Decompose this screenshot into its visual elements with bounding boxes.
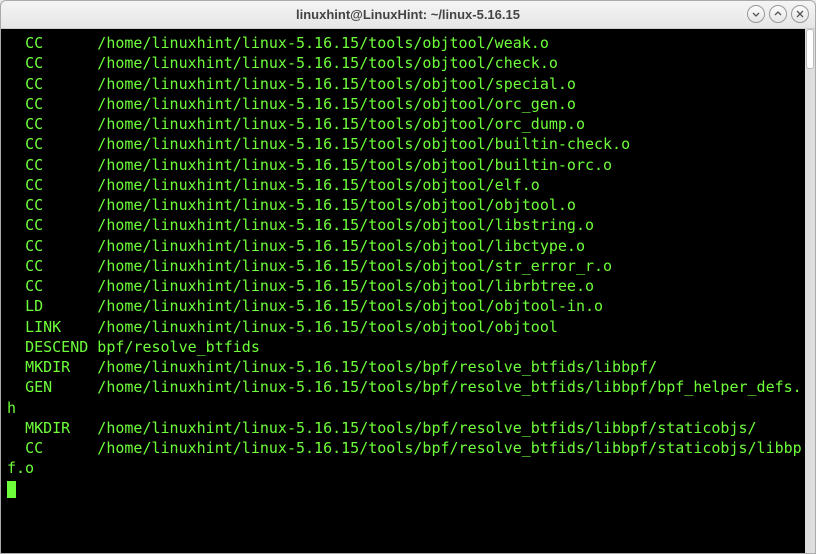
maximize-icon <box>774 10 782 18</box>
terminal-line: MKDIR /home/linuxhint/linux-5.16.15/tool… <box>7 357 809 377</box>
terminal-window: linuxhint@LinuxHint: ~/linux-5.16.15 CC … <box>0 0 816 554</box>
terminal-line: CC /home/linuxhint/linux-5.16.15/tools/o… <box>7 114 809 134</box>
terminal-line: MKDIR /home/linuxhint/linux-5.16.15/tool… <box>7 418 809 438</box>
terminal-line: CC /home/linuxhint/linux-5.16.15/tools/o… <box>7 74 809 94</box>
close-button[interactable] <box>791 5 809 23</box>
terminal-cursor-line <box>7 479 809 499</box>
terminal-line: CC /home/linuxhint/linux-5.16.15/tools/o… <box>7 134 809 154</box>
terminal-line: CC /home/linuxhint/linux-5.16.15/tools/o… <box>7 195 809 215</box>
terminal-line: CC /home/linuxhint/linux-5.16.15/tools/o… <box>7 94 809 114</box>
maximize-button[interactable] <box>769 5 787 23</box>
scrollbar-track[interactable] <box>805 29 815 553</box>
terminal-line: CC /home/linuxhint/linux-5.16.15/tools/o… <box>7 236 809 256</box>
close-icon <box>796 10 804 18</box>
terminal-line: CC /home/linuxhint/linux-5.16.15/tools/o… <box>7 276 809 296</box>
window-controls <box>747 5 809 23</box>
terminal-line: CC /home/linuxhint/linux-5.16.15/tools/o… <box>7 215 809 235</box>
terminal-line: CC /home/linuxhint/linux-5.16.15/tools/o… <box>7 53 809 73</box>
terminal-line: CC /home/linuxhint/linux-5.16.15/tools/o… <box>7 175 809 195</box>
terminal-line: CC /home/linuxhint/linux-5.16.15/tools/o… <box>7 256 809 276</box>
terminal-area[interactable]: CC /home/linuxhint/linux-5.16.15/tools/o… <box>1 29 815 553</box>
terminal-line: LD /home/linuxhint/linux-5.16.15/tools/o… <box>7 296 809 316</box>
terminal-line: DESCEND bpf/resolve_btfids <box>7 337 809 357</box>
minimize-icon <box>752 10 760 18</box>
terminal-line: GEN /home/linuxhint/linux-5.16.15/tools/… <box>7 377 809 418</box>
terminal-output: CC /home/linuxhint/linux-5.16.15/tools/o… <box>7 33 809 499</box>
minimize-button[interactable] <box>747 5 765 23</box>
terminal-line: CC /home/linuxhint/linux-5.16.15/tools/o… <box>7 33 809 53</box>
scrollbar-thumb[interactable] <box>806 29 814 69</box>
terminal-line: LINK /home/linuxhint/linux-5.16.15/tools… <box>7 317 809 337</box>
window-title: linuxhint@LinuxHint: ~/linux-5.16.15 <box>296 7 520 22</box>
titlebar: linuxhint@LinuxHint: ~/linux-5.16.15 <box>1 1 815 29</box>
terminal-line: CC /home/linuxhint/linux-5.16.15/tools/o… <box>7 155 809 175</box>
cursor-icon <box>7 481 16 498</box>
terminal-line: CC /home/linuxhint/linux-5.16.15/tools/b… <box>7 438 809 479</box>
